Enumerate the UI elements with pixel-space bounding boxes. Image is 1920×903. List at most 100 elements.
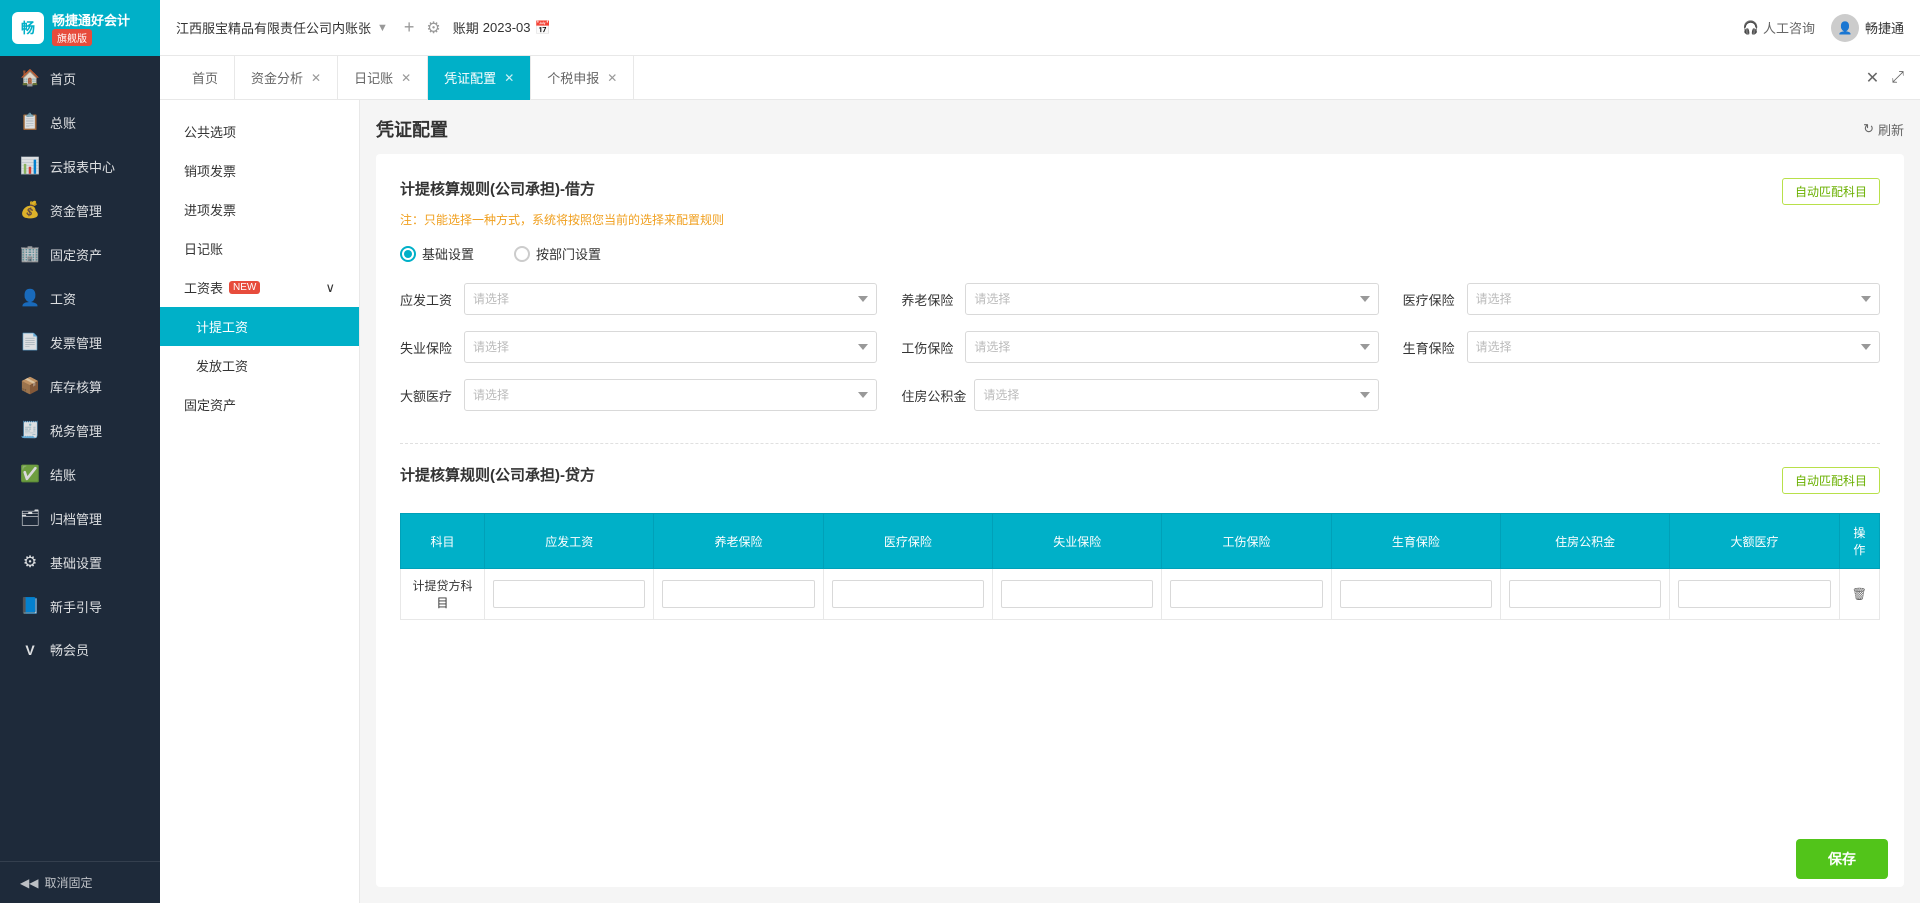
sidebar-item-guide[interactable]: 📘 新手引导 — [0, 584, 160, 628]
company-selector[interactable]: 江西服宝精品有限责任公司内账张 ▼ — [176, 18, 388, 37]
sidebar-item-label-home: 首页 — [50, 69, 76, 88]
user-menu[interactable]: 👤 畅捷通 — [1831, 14, 1904, 42]
sidebar-item-tax[interactable]: 🧾 税务管理 — [0, 408, 160, 452]
left-menu-sales[interactable]: 销项发票 — [160, 151, 359, 190]
sidebar-item-inventory[interactable]: 📦 库存核算 — [0, 364, 160, 408]
left-menu-calc-salary[interactable]: 计提工资 — [160, 307, 359, 346]
new-badge: NEW — [229, 281, 260, 294]
sidebar-nav: 🏠 首页 📋 总账 📊 云报表中心 💰 资金管理 🏢 固定资产 👤 工资 📄 发… — [0, 56, 160, 861]
left-menu-journal[interactable]: 日记账 — [160, 229, 359, 268]
left-menu-pay-salary[interactable]: 发放工资 — [160, 346, 359, 385]
left-menu-salary-table[interactable]: 工资表 NEW ∨ — [160, 268, 359, 307]
td-row-label: 计提贷方科目 — [401, 569, 485, 620]
period-selector[interactable]: 账期 2023-03 📅 — [453, 18, 551, 37]
radio-group: 基础设置 按部门设置 — [400, 244, 1880, 263]
section-credit: 计提核算规则(公司承担)-贷方 自动匹配科目 科目 应发工资 养老保险 医疗保险… — [400, 464, 1880, 620]
close-all-icon[interactable]: ✕ — [1866, 68, 1879, 88]
username: 畅捷通 — [1865, 18, 1904, 37]
sidebar-item-funds[interactable]: 💰 资金管理 — [0, 188, 160, 232]
left-menu-salary-table-label: 工资表 — [184, 278, 223, 297]
left-menu-sales-label: 销项发票 — [184, 161, 236, 180]
td-action: 🗑 — [1839, 569, 1879, 620]
sidebar-item-invoice[interactable]: 📄 发票管理 — [0, 320, 160, 364]
input-zhufang[interactable] — [1509, 580, 1661, 608]
td-shengyu-val — [1331, 569, 1500, 620]
auto-match-button-1[interactable]: 自动匹配科目 — [1782, 178, 1880, 205]
th-shiye: 失业保险 — [993, 514, 1162, 569]
tab-voucher[interactable]: 凭证配置 ✕ — [428, 56, 531, 100]
radio-basic[interactable]: 基础设置 — [400, 244, 474, 263]
form-select-yiliao[interactable]: 请选择 — [1467, 283, 1880, 315]
input-gongshang[interactable] — [1170, 580, 1322, 608]
input-shengyu[interactable] — [1340, 580, 1492, 608]
table-row: 计提贷方科目 🗑 — [401, 569, 1880, 620]
save-button[interactable]: 保存 — [1796, 839, 1888, 879]
tab-funds[interactable]: 资金分析 ✕ — [235, 56, 338, 100]
left-menu-calc-salary-label: 计提工资 — [196, 320, 248, 335]
form-item-yiliao: 医疗保险 请选择 — [1403, 283, 1880, 315]
main-area: 江西服宝精品有限责任公司内账张 ▼ + ⚙ 账期 2023-03 📅 🎧 人工咨… — [160, 0, 1920, 903]
cancel-pin-button[interactable]: ◀◀ 取消固定 — [0, 861, 160, 903]
sidebar-item-ledger[interactable]: 📋 总账 — [0, 100, 160, 144]
form-select-yingfa[interactable]: 请选择 — [464, 283, 877, 315]
tab-journal[interactable]: 日记账 ✕ — [338, 56, 428, 100]
delete-icon[interactable]: 🗑 — [1852, 587, 1867, 601]
left-menu-public-label: 公共选项 — [184, 122, 236, 141]
member-icon: V — [20, 642, 40, 658]
form-select-zhufang[interactable]: 请选择 — [974, 379, 1378, 411]
tab-home[interactable]: 首页 — [176, 56, 235, 100]
form-label-yingfa: 应发工资 — [400, 290, 456, 309]
input-yiliao[interactable] — [832, 580, 984, 608]
form-select-shiye[interactable]: 请选择 — [464, 331, 877, 363]
sidebar-item-checkout[interactable]: ✅ 结账 — [0, 452, 160, 496]
input-shiye[interactable] — [1001, 580, 1153, 608]
tab-funds-close[interactable]: ✕ — [311, 71, 321, 85]
fullscreen-icon[interactable]: ⤢ — [1891, 69, 1904, 87]
auto-match-button-2[interactable]: 自动匹配科目 — [1782, 467, 1880, 494]
input-yingfa[interactable] — [493, 580, 645, 608]
left-menu-purchase[interactable]: 进项发票 — [160, 190, 359, 229]
tab-voucher-close[interactable]: ✕ — [504, 71, 514, 85]
sidebar-item-member[interactable]: V 畅会员 — [0, 628, 160, 671]
form-item-shiye: 失业保险 请选择 — [400, 331, 877, 363]
sidebar-item-archive[interactable]: 🗂 归档管理 — [0, 496, 160, 540]
left-menu-public[interactable]: 公共选项 — [160, 112, 359, 151]
input-yanglao[interactable] — [662, 580, 814, 608]
sidebar-item-basic[interactable]: ⚙ 基础设置 — [0, 540, 160, 584]
th-subject: 科目 — [401, 514, 485, 569]
form-select-daeyiliao[interactable]: 请选择 — [464, 379, 877, 411]
form-select-gongshang[interactable]: 请选择 — [965, 331, 1378, 363]
sidebar-item-assets[interactable]: 🏢 固定资产 — [0, 232, 160, 276]
refresh-button[interactable]: ↻ 刷新 — [1863, 120, 1904, 139]
form-select-shengyu[interactable]: 请选择 — [1467, 331, 1880, 363]
td-daeyiliao-val — [1670, 569, 1839, 620]
td-yiliao-val — [823, 569, 992, 620]
sidebar-item-salary[interactable]: 👤 工资 — [0, 276, 160, 320]
radio-basic-label: 基础设置 — [422, 244, 474, 263]
form-item-zhufang: 住房公积金 请选择 — [901, 379, 1378, 411]
sidebar-item-home[interactable]: 🏠 首页 — [0, 56, 160, 100]
section1-note: 注：只能选择一种方式，系统将按照您当前的选择来配置规则 — [400, 211, 1880, 228]
sidebar-item-label-tax: 税务管理 — [50, 421, 102, 440]
logo-app-name: 畅捷通好会计 — [52, 10, 130, 29]
service-button[interactable]: 🎧 人工咨询 — [1743, 18, 1815, 37]
table-header-row: 科目 应发工资 养老保险 医疗保险 失业保险 工伤保险 生育保险 住房公积金 大… — [401, 514, 1880, 569]
logo-info: 畅捷通好会计 旗舰版 — [52, 10, 130, 46]
back-icon: ◀◀ — [20, 876, 38, 890]
company-name: 江西服宝精品有限责任公司内账张 — [176, 18, 371, 37]
sidebar-item-reports[interactable]: 📊 云报表中心 — [0, 144, 160, 188]
left-menu-fixed-assets[interactable]: 固定资产 — [160, 385, 359, 424]
form-select-yanglao[interactable]: 请选择 — [965, 283, 1378, 315]
th-yingfa: 应发工资 — [485, 514, 654, 569]
form-label-daeyiliao: 大额医疗 — [400, 386, 456, 405]
th-yanglao: 养老保险 — [654, 514, 823, 569]
tab-journal-close[interactable]: ✕ — [401, 71, 411, 85]
radio-dept[interactable]: 按部门设置 — [514, 244, 601, 263]
add-company-button[interactable]: + — [404, 17, 415, 38]
tab-tax-close[interactable]: ✕ — [607, 71, 617, 85]
form-item-gongshang: 工伤保险 请选择 — [901, 331, 1378, 363]
settings-icon[interactable]: ⚙ — [426, 18, 440, 38]
input-daeyiliao[interactable] — [1678, 580, 1830, 608]
tab-tax[interactable]: 个税申报 ✕ — [531, 56, 634, 100]
period-value: 2023-03 — [483, 20, 531, 35]
